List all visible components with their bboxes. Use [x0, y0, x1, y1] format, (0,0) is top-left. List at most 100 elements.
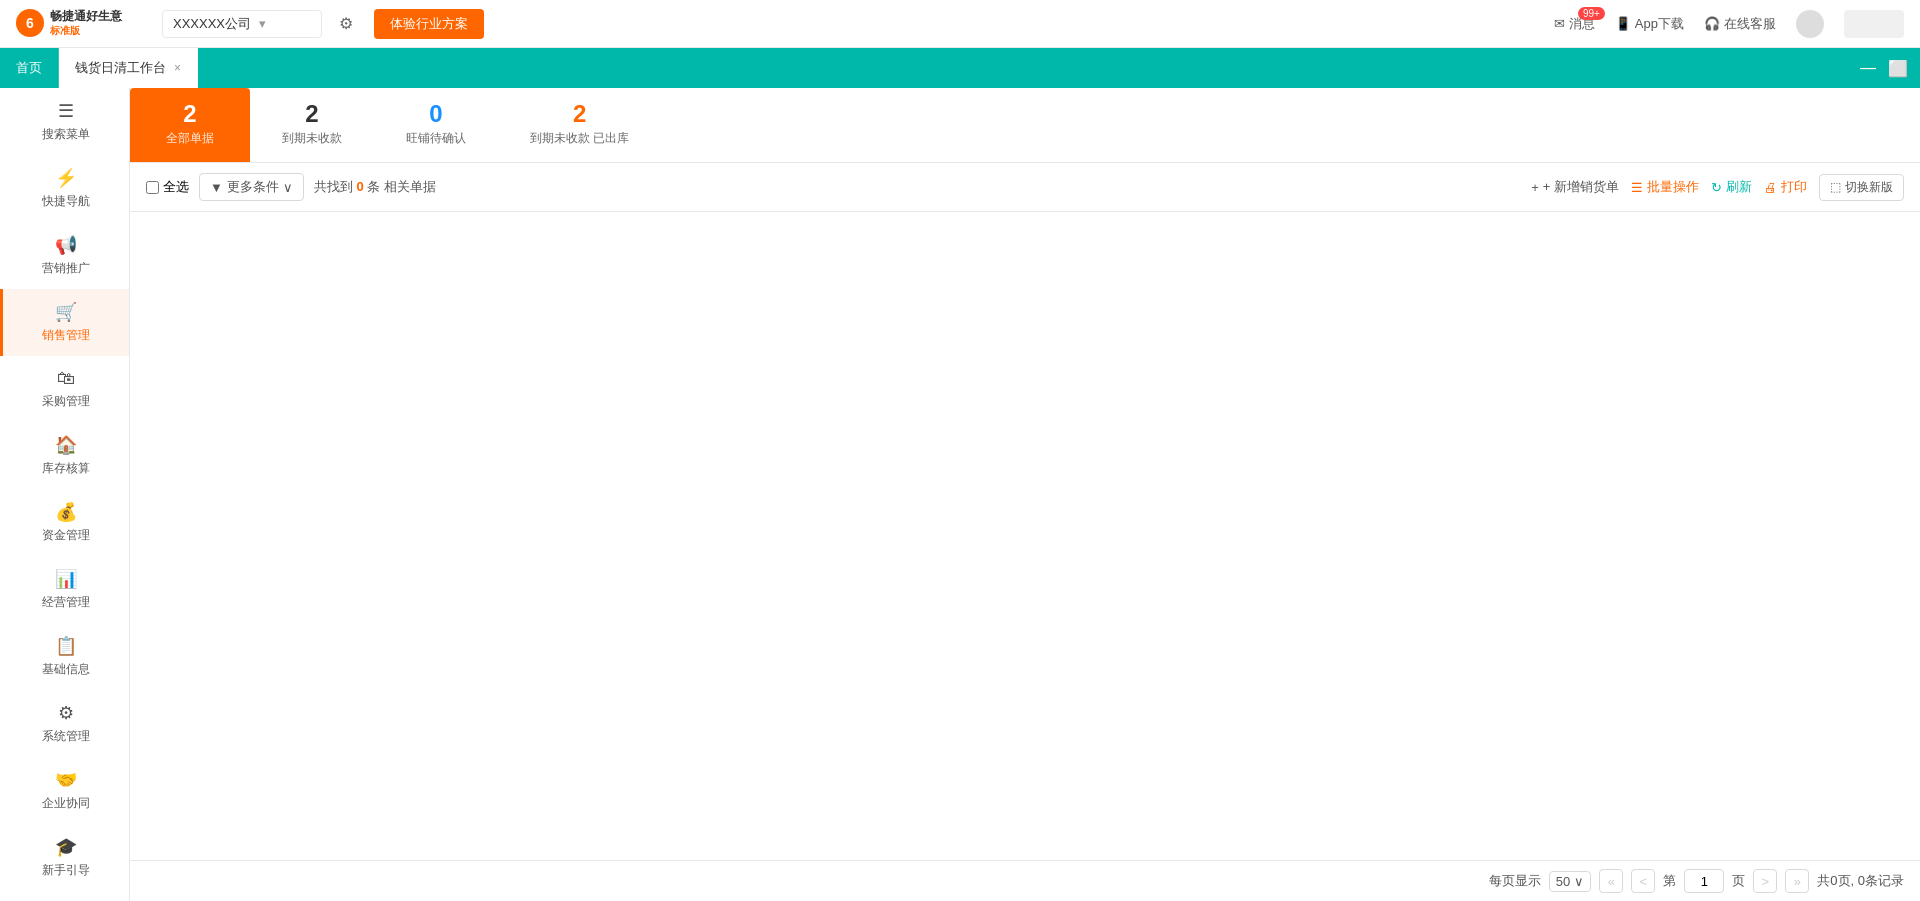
tab-home[interactable]: 首页	[0, 48, 59, 88]
sidebar-item-inventory[interactable]: 🏠 库存核算	[0, 422, 129, 489]
per-page-select[interactable]: 50 ∨	[1549, 871, 1591, 892]
prev-page-icon: <	[1640, 874, 1648, 889]
operations-icon: 📊	[55, 568, 77, 590]
topbar: 6 畅捷通好生意 标准版 XXXXXX公司 ▾ ⚙ 体验行业方案 ✉ 消息 99…	[0, 0, 1920, 48]
sidebar-item-search[interactable]: ☰ 搜索菜单	[0, 88, 129, 155]
found-prefix: 共找到	[314, 179, 353, 194]
sidebar-item-basic-info-label: 基础信息	[42, 661, 90, 678]
tab-maximize-icon[interactable]: ⬜	[1888, 59, 1908, 78]
download-icon: 📱	[1615, 16, 1631, 31]
sidebar-item-basic-info[interactable]: 📋 基础信息	[0, 623, 129, 690]
logo-icon: 6	[16, 9, 44, 37]
sidebar-item-guide[interactable]: 🎓 新手引导	[0, 824, 129, 891]
stat-tab-all[interactable]: 2 全部单据	[130, 88, 250, 162]
settings-button[interactable]: ⚙	[330, 8, 362, 40]
select-all-label: 全选	[163, 178, 189, 196]
stat-tab-overdue-shipped[interactable]: 2 到期未收款 已出库	[498, 88, 661, 162]
select-all-input[interactable]	[146, 181, 159, 194]
sidebar-item-enterprise[interactable]: 🤝 企业协同	[0, 757, 129, 824]
per-page-value: 50	[1556, 874, 1570, 889]
sidebar-item-purchase[interactable]: 🛍 采购管理	[0, 356, 129, 422]
add-icon: +	[1531, 180, 1539, 195]
experience-button[interactable]: 体验行业方案	[374, 9, 484, 39]
sidebar-item-app-center[interactable]: 📱 应用中心	[0, 891, 129, 901]
sidebar-item-purchase-label: 采购管理	[42, 393, 90, 410]
message-button[interactable]: ✉ 消息 99+	[1554, 15, 1595, 33]
tab-workbench[interactable]: 钱货日清工作台 ×	[59, 48, 198, 88]
company-selector[interactable]: XXXXXX公司 ▾	[162, 10, 322, 38]
tab-close-icon[interactable]: ×	[174, 61, 181, 75]
inventory-icon: 🏠	[55, 434, 77, 456]
sidebar-item-enterprise-label: 企业协同	[42, 795, 90, 812]
batch-label: 批量操作	[1647, 178, 1699, 196]
filter-dropdown-icon: ∨	[283, 180, 293, 195]
logo-sub: 标准版	[50, 24, 122, 38]
stats-row: 2 全部单据 2 到期未收款 0 旺铺待确认 2 到期未收款 已出库	[130, 88, 1920, 163]
avatar[interactable]	[1796, 10, 1824, 38]
stat-label-overdue-shipped: 到期未收款 已出库	[530, 130, 629, 147]
stat-num-wangpu: 0	[429, 100, 442, 128]
switch-label: 切换新版	[1845, 179, 1893, 196]
system-icon: ⚙	[58, 702, 74, 724]
filter-icon: ▼	[210, 180, 223, 195]
sidebar-item-finance[interactable]: 💰 资金管理	[0, 489, 129, 556]
sidebar: ☰ 搜索菜单 ⚡ 快捷导航 📢 营销推广 🛒 销售管理 🛍 采购管理 🏠 库存核…	[0, 88, 130, 901]
online-service-button[interactable]: 🎧 在线客服	[1704, 15, 1776, 33]
stat-num-overdue: 2	[305, 100, 318, 128]
table-area	[130, 212, 1920, 860]
message-icon: ✉	[1554, 16, 1565, 31]
topbar-right: ✉ 消息 99+ 📱 App下载 🎧 在线客服	[1554, 10, 1904, 38]
toolbar-left: 全选 ▼ 更多条件 ∨ 共找到 0 条 相关单据	[146, 173, 436, 201]
sidebar-item-marketing[interactable]: 📢 营销推广	[0, 222, 129, 289]
refresh-label: 刷新	[1726, 178, 1752, 196]
app-download-button[interactable]: 📱 App下载	[1615, 15, 1684, 33]
toolbar: 全选 ▼ 更多条件 ∨ 共找到 0 条 相关单据 + + 新增销货单	[130, 163, 1920, 212]
sidebar-item-shortcut-label: 快捷导航	[42, 193, 90, 210]
found-text: 共找到 0 条 相关单据	[314, 178, 436, 196]
first-page-button[interactable]: «	[1599, 869, 1623, 893]
stat-tab-overdue[interactable]: 2 到期未收款	[250, 88, 374, 162]
sidebar-item-operations[interactable]: 📊 经营管理	[0, 556, 129, 623]
sidebar-item-marketing-label: 营销推广	[42, 260, 90, 277]
filter-button[interactable]: ▼ 更多条件 ∨	[199, 173, 304, 201]
sidebar-item-sales[interactable]: 🛒 销售管理	[0, 289, 129, 356]
refresh-icon: ↻	[1711, 180, 1722, 195]
app-logo: 6 畅捷通好生意 标准版	[16, 9, 146, 37]
select-all-checkbox[interactable]: 全选	[146, 178, 189, 196]
add-order-button[interactable]: + + 新增销货单	[1531, 178, 1619, 196]
tabbar-controls: — ⬜	[1860, 59, 1920, 78]
page-input[interactable]	[1684, 869, 1724, 893]
filter-label: 更多条件	[227, 178, 279, 196]
sidebar-item-shortcut[interactable]: ⚡ 快捷导航	[0, 155, 129, 222]
message-badge: 99+	[1578, 7, 1605, 20]
company-name: XXXXXX公司	[173, 15, 251, 33]
batch-icon: ☰	[1631, 180, 1643, 195]
tab-minimize-icon[interactable]: —	[1860, 59, 1876, 77]
stat-num-all: 2	[183, 100, 196, 128]
last-page-button[interactable]: »	[1785, 869, 1809, 893]
finance-icon: 💰	[55, 501, 77, 523]
print-button[interactable]: 🖨 打印	[1764, 178, 1807, 196]
switch-icon: ⬚	[1830, 180, 1841, 194]
add-label: + 新增销货单	[1543, 178, 1619, 196]
stat-label-wangpu: 旺铺待确认	[406, 130, 466, 147]
prev-page-button[interactable]: <	[1631, 869, 1655, 893]
shortcut-icon: ⚡	[55, 167, 77, 189]
last-page-icon: »	[1794, 874, 1801, 889]
sidebar-item-system[interactable]: ⚙ 系统管理	[0, 690, 129, 757]
found-count: 0	[357, 179, 364, 194]
stat-label-all: 全部单据	[166, 130, 214, 147]
sidebar-item-inventory-label: 库存核算	[42, 460, 90, 477]
total-label: 共0页, 0条记录	[1817, 872, 1904, 890]
refresh-button[interactable]: ↻ 刷新	[1711, 178, 1752, 196]
basic-info-icon: 📋	[55, 635, 77, 657]
next-page-button[interactable]: >	[1753, 869, 1777, 893]
stat-label-overdue: 到期未收款	[282, 130, 342, 147]
purchase-icon: 🛍	[57, 368, 75, 389]
user-name[interactable]	[1844, 10, 1904, 38]
enterprise-icon: 🤝	[55, 769, 77, 791]
per-page-arrow: ∨	[1574, 874, 1584, 889]
batch-operation-button[interactable]: ☰ 批量操作	[1631, 178, 1699, 196]
stat-tab-wangpu[interactable]: 0 旺铺待确认	[374, 88, 498, 162]
switch-version-button[interactable]: ⬚ 切换新版	[1819, 174, 1904, 201]
